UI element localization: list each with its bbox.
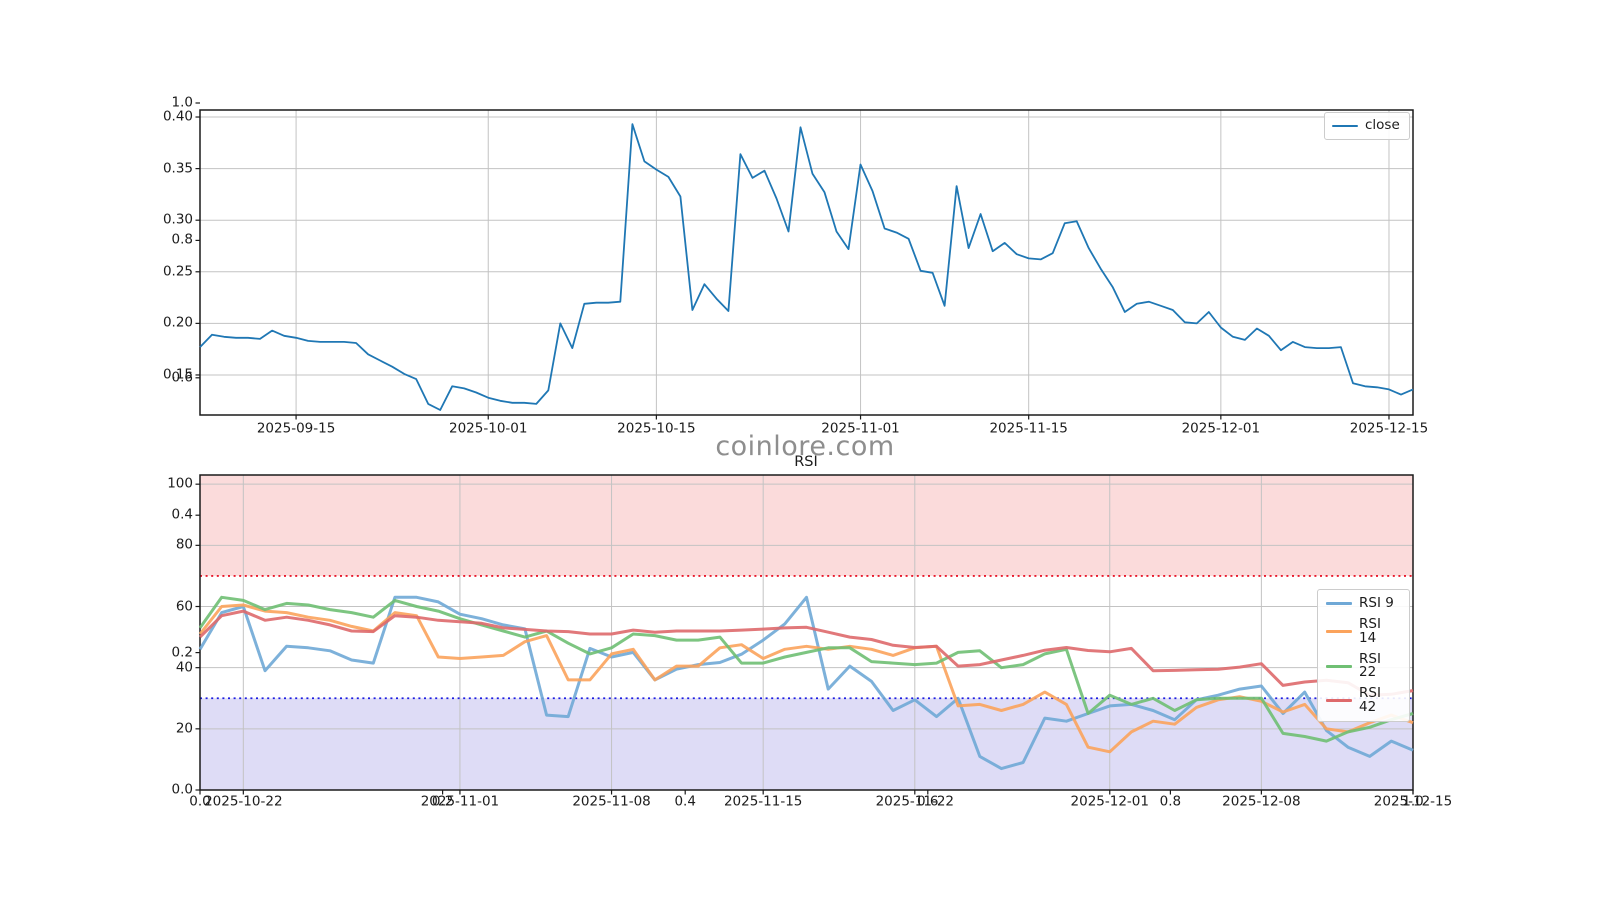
rsi-legend: RSI 9 RSI 14 RSI 22 RSI 42	[1317, 589, 1410, 722]
y-tick-label: 60	[175, 597, 193, 614]
rsi42-legend-line-sample	[1326, 699, 1352, 702]
stray-y-tick-label: 0.8	[171, 231, 193, 248]
stray-y-tick-label: 1.0	[171, 94, 193, 111]
y-tick-label: 0.40	[162, 108, 193, 125]
rsi42-legend-label: RSI 42	[1359, 685, 1381, 715]
rsi-legend-row: RSI 22	[1326, 650, 1401, 680]
x-tick-label: 2025-10-22	[204, 793, 283, 810]
x-tick-label: 2025-12-08	[1222, 793, 1301, 810]
rsi-legend-row: RSI 42	[1326, 685, 1401, 715]
price-plot-border	[199, 109, 1414, 416]
rsi-legend-row: RSI 9	[1326, 595, 1401, 611]
x-tick-label: 2025-12-01	[1070, 793, 1149, 810]
x-tick-label: 2025-10-01	[449, 420, 528, 437]
x-tick-label: 2025-11-15	[989, 420, 1068, 437]
rsi14-legend-line-sample	[1326, 630, 1352, 633]
x-tick-label: 2025-09-15	[256, 420, 336, 437]
y-tick-label: 0.25	[162, 263, 193, 280]
close-line	[199, 123, 1414, 411]
oversold-band	[200, 698, 1413, 790]
x-tick-label: 2025-11-01	[420, 793, 500, 810]
x-tick-label: 2025-11-22	[875, 793, 955, 810]
close-legend: close	[1324, 112, 1410, 140]
stray-x-tick-label: 0.4	[674, 793, 696, 810]
x-tick-label: 2025-12-15	[1373, 793, 1453, 810]
x-tick-label: 2025-12-01	[1181, 420, 1261, 437]
y-tick-label: 0.35	[162, 159, 193, 176]
stray-x-tick-label: 0.8	[1159, 793, 1182, 810]
stray-y-tick-label: 0.2	[171, 643, 193, 660]
x-tick-label: 2025-11-08	[572, 793, 651, 810]
close-legend-line-sample	[1332, 125, 1358, 127]
y-tick-label: 40	[175, 658, 193, 675]
rsi14-legend-label: RSI 14	[1359, 616, 1381, 646]
x-tick-label: 2025-11-15	[723, 793, 803, 810]
rsi9-legend-line-sample	[1326, 602, 1352, 606]
overbought-band	[200, 475, 1413, 576]
y-tick-label: 100	[167, 475, 193, 492]
stray-y-tick-label: 0.4	[171, 506, 193, 523]
stray-y-tick-label: 0.6	[171, 369, 193, 386]
close-legend-label: close	[1365, 117, 1400, 134]
rsi-legend-row: RSI 14	[1326, 616, 1401, 646]
y-tick-label: 80	[175, 536, 193, 553]
rsi-chart-title: RSI	[794, 454, 818, 470]
y-tick-label: 20	[175, 720, 193, 737]
figure: 2025-09-15 2025-10-01 2025-10-15 2025-11-01…	[0, 0, 1600, 900]
rsi22-legend-label: RSI 22	[1359, 650, 1381, 680]
y-tick-label: 0.30	[162, 211, 193, 228]
y-tick-label: 0.20	[162, 314, 193, 331]
rsi9-legend-label: RSI 9	[1359, 595, 1394, 611]
x-tick-label: 2025-12-15	[1349, 420, 1429, 437]
rsi22-legend-line-sample	[1326, 664, 1352, 668]
